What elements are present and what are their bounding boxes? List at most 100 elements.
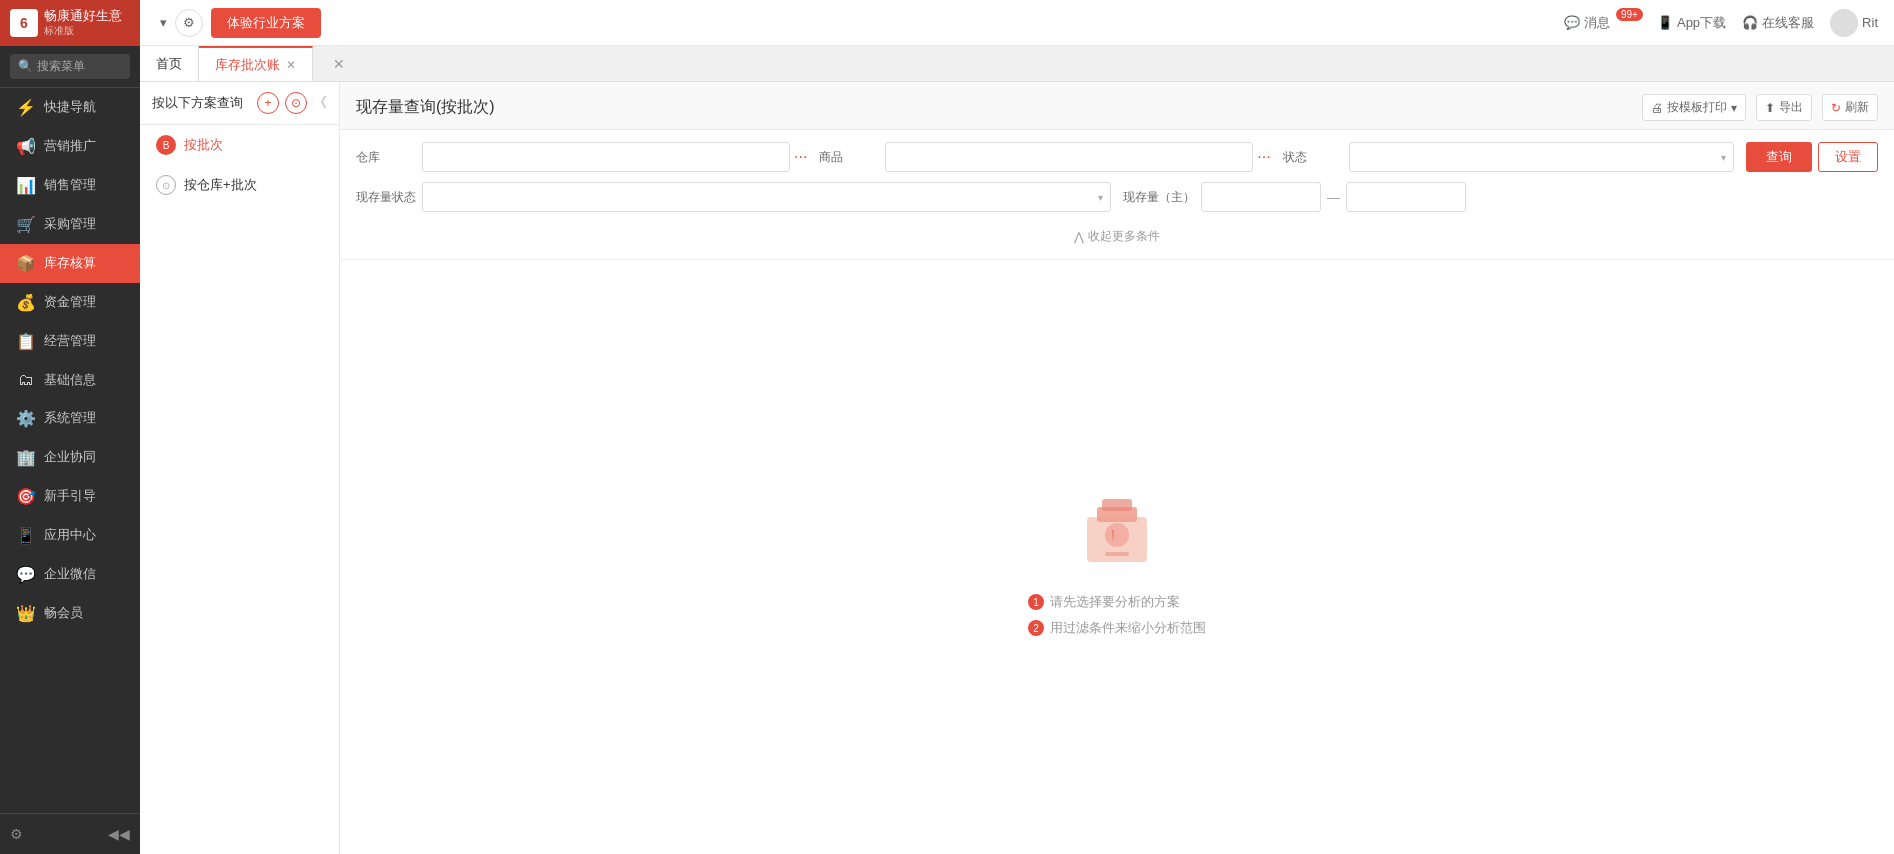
finance-icon: 💰 bbox=[16, 293, 36, 312]
export-label: 导出 bbox=[1779, 99, 1803, 116]
sidebar-scroll-up[interactable]: ⚙ bbox=[10, 824, 23, 844]
warehouse-more-icon[interactable]: ··· bbox=[794, 148, 807, 166]
stock-qty-max-input[interactable] bbox=[1346, 182, 1466, 212]
tip-text-1: 请先选择要分析的方案 bbox=[1050, 593, 1180, 611]
print-chevron-icon: ▾ bbox=[1731, 101, 1737, 115]
phone-icon: 📱 bbox=[1657, 15, 1673, 30]
empty-tip-2: 2 用过滤条件来缩小分析范围 bbox=[1028, 619, 1206, 637]
filter-area: 仓库 ··· 商品 ··· 状态 ▾ bbox=[340, 130, 1894, 260]
message-item[interactable]: 💬 消息 99+ bbox=[1564, 14, 1641, 32]
page-header-actions: 🖨 按模板打印 ▾ ⬆ 导出 ↻ 刷新 bbox=[1642, 94, 1878, 121]
product-filter: 商品 ··· bbox=[819, 142, 1270, 172]
search-icon: 🔍 bbox=[18, 59, 33, 73]
empty-state: ! 1 请先选择要分析的方案 2 用过滤条件来缩小分析范围 bbox=[340, 260, 1894, 854]
plan-item-by-batch[interactable]: B 按批次 bbox=[140, 125, 339, 165]
sidebar-nav: ⚡ 快捷导航 📢 营销推广 📊 销售管理 🛒 采购管理 📦 库存核算 💰 资金管… bbox=[0, 88, 140, 813]
filter-row-1: 仓库 ··· 商品 ··· 状态 ▾ bbox=[356, 142, 1878, 172]
sidebar-item-sales[interactable]: 📊 销售管理 bbox=[0, 166, 140, 205]
status-select-wrapper: ▾ bbox=[1349, 142, 1734, 172]
sidebar-item-label: 应用中心 bbox=[44, 526, 96, 544]
refresh-icon: ↻ bbox=[1831, 101, 1841, 115]
stock-status-filter: 现存量状态 ▾ bbox=[356, 182, 1111, 212]
product-label: 商品 bbox=[819, 149, 879, 166]
topbar: ▾ ⚙ 体验行业方案 💬 消息 99+ 📱 App下载 🎧 在线客服 Rit bbox=[140, 0, 1894, 46]
sidebar-item-label: 企业协同 bbox=[44, 448, 96, 466]
sidebar-item-label: 库存核算 bbox=[44, 254, 96, 272]
tab-close-icon[interactable]: ✕ bbox=[286, 58, 296, 72]
print-icon: 🖨 bbox=[1651, 101, 1663, 115]
sidebar-item-label: 营销推广 bbox=[44, 137, 96, 155]
status-select[interactable] bbox=[1349, 142, 1734, 172]
settings-plan-button[interactable]: ⊙ bbox=[285, 92, 307, 114]
sidebar-item-quick[interactable]: ⚡ 快捷导航 bbox=[0, 88, 140, 127]
refresh-button[interactable]: ↻ 刷新 bbox=[1822, 94, 1878, 121]
refresh-label: 刷新 bbox=[1845, 99, 1869, 116]
page-header: 现存量查询(按批次) 🖨 按模板打印 ▾ ⬆ 导出 ↻ 刷新 bbox=[340, 82, 1894, 130]
purchase-icon: 🛒 bbox=[16, 215, 36, 234]
product-more-icon[interactable]: ··· bbox=[1257, 148, 1270, 166]
tab-home-label: 首页 bbox=[156, 55, 182, 73]
search-input-wrapper[interactable]: 🔍 搜索菜单 bbox=[10, 54, 130, 79]
message-badge: 99+ bbox=[1616, 8, 1643, 21]
sidebar-item-operations[interactable]: 📋 经营管理 bbox=[0, 322, 140, 361]
trial-button[interactable]: 体验行业方案 bbox=[211, 8, 321, 38]
settings-button[interactable]: 设置 bbox=[1818, 142, 1878, 172]
plan-item-by-warehouse-batch[interactable]: ⊙ 按仓库+批次 bbox=[140, 165, 339, 205]
sidebar: 6 畅康通好生意 标准版 🔍 搜索菜单 ⚡ 快捷导航 📢 营销推广 📊 销售管理… bbox=[0, 0, 140, 854]
page-title: 现存量查询(按批次) bbox=[356, 97, 495, 118]
sidebar-item-member[interactable]: 👑 畅会员 bbox=[0, 594, 140, 633]
app-download-item[interactable]: 📱 App下载 bbox=[1657, 14, 1726, 32]
svg-text:!: ! bbox=[1111, 527, 1115, 543]
export-button[interactable]: ⬆ 导出 bbox=[1756, 94, 1812, 121]
product-input[interactable] bbox=[885, 142, 1253, 172]
sidebar-item-system[interactable]: ⚙️ 系统管理 bbox=[0, 399, 140, 438]
user-item[interactable]: Rit bbox=[1830, 9, 1878, 37]
sidebar-item-enterprise[interactable]: 🏢 企业协同 bbox=[0, 438, 140, 477]
print-button[interactable]: 🖨 按模板打印 ▾ bbox=[1642, 94, 1746, 121]
sidebar-item-appcenter[interactable]: 📱 应用中心 bbox=[0, 516, 140, 555]
sidebar-footer: ⚙ ◀◀ bbox=[0, 813, 140, 854]
status-label: 状态 bbox=[1283, 149, 1343, 166]
sidebar-item-inventory[interactable]: 📦 库存核算 bbox=[0, 244, 140, 283]
empty-tip-1: 1 请先选择要分析的方案 bbox=[1028, 593, 1206, 611]
sales-icon: 📊 bbox=[16, 176, 36, 195]
collapse-more-btn[interactable]: ⋀ 收起更多条件 bbox=[356, 222, 1878, 247]
app-title-group: 畅康通好生意 标准版 bbox=[44, 8, 122, 38]
sidebar-scroll-down[interactable]: ◀◀ bbox=[108, 824, 130, 844]
add-plan-button[interactable]: + bbox=[257, 92, 279, 114]
warehouse-input[interactable] bbox=[422, 142, 790, 172]
wechat-icon: 💬 bbox=[16, 565, 36, 584]
quick-icon: ⚡ bbox=[16, 98, 36, 117]
tab-close-main-icon[interactable]: ✕ bbox=[329, 52, 349, 76]
collapse-label: 收起更多条件 bbox=[1088, 228, 1160, 245]
topbar-left: ▾ ⚙ 体验行业方案 bbox=[156, 8, 321, 38]
online-service-item[interactable]: 🎧 在线客服 bbox=[1742, 14, 1814, 32]
collapse-panel-button[interactable]: 《 bbox=[313, 94, 327, 112]
basic-icon: 🗂 bbox=[16, 371, 36, 389]
sidebar-item-label: 新手引导 bbox=[44, 487, 96, 505]
stock-qty-min-input[interactable] bbox=[1201, 182, 1321, 212]
app-name: 畅康通好生意 bbox=[44, 8, 122, 24]
svg-rect-5 bbox=[1105, 552, 1129, 556]
tip-text-2: 用过滤条件来缩小分析范围 bbox=[1050, 619, 1206, 637]
operations-icon: 📋 bbox=[16, 332, 36, 351]
sidebar-search-area[interactable]: 🔍 搜索菜单 bbox=[0, 46, 140, 88]
sidebar-item-basic[interactable]: 🗂 基础信息 bbox=[0, 361, 140, 399]
tab-home[interactable]: 首页 bbox=[140, 46, 199, 81]
sidebar-item-marketing[interactable]: 📢 营销推广 bbox=[0, 127, 140, 166]
sidebar-item-wechat[interactable]: 💬 企业微信 bbox=[0, 555, 140, 594]
sidebar-item-finance[interactable]: 💰 资金管理 bbox=[0, 283, 140, 322]
stock-status-select[interactable] bbox=[422, 182, 1111, 212]
tab-batch[interactable]: 库存批次账 ✕ bbox=[199, 46, 313, 81]
sidebar-item-purchase[interactable]: 🛒 采购管理 bbox=[0, 205, 140, 244]
settings-gear-icon[interactable]: ⚙ bbox=[175, 9, 203, 37]
topbar-dropdown[interactable]: ▾ bbox=[156, 15, 167, 30]
avatar bbox=[1830, 9, 1858, 37]
sidebar-item-newguide[interactable]: 🎯 新手引导 bbox=[0, 477, 140, 516]
print-label: 按模板打印 bbox=[1667, 99, 1727, 116]
collapse-up-icon: ⋀ bbox=[1074, 230, 1084, 244]
stock-qty-dash: — bbox=[1327, 190, 1340, 205]
stock-qty-filter: 现存量（主） — bbox=[1123, 182, 1878, 212]
appcenter-icon: 📱 bbox=[16, 526, 36, 545]
query-button[interactable]: 查询 bbox=[1746, 142, 1812, 172]
